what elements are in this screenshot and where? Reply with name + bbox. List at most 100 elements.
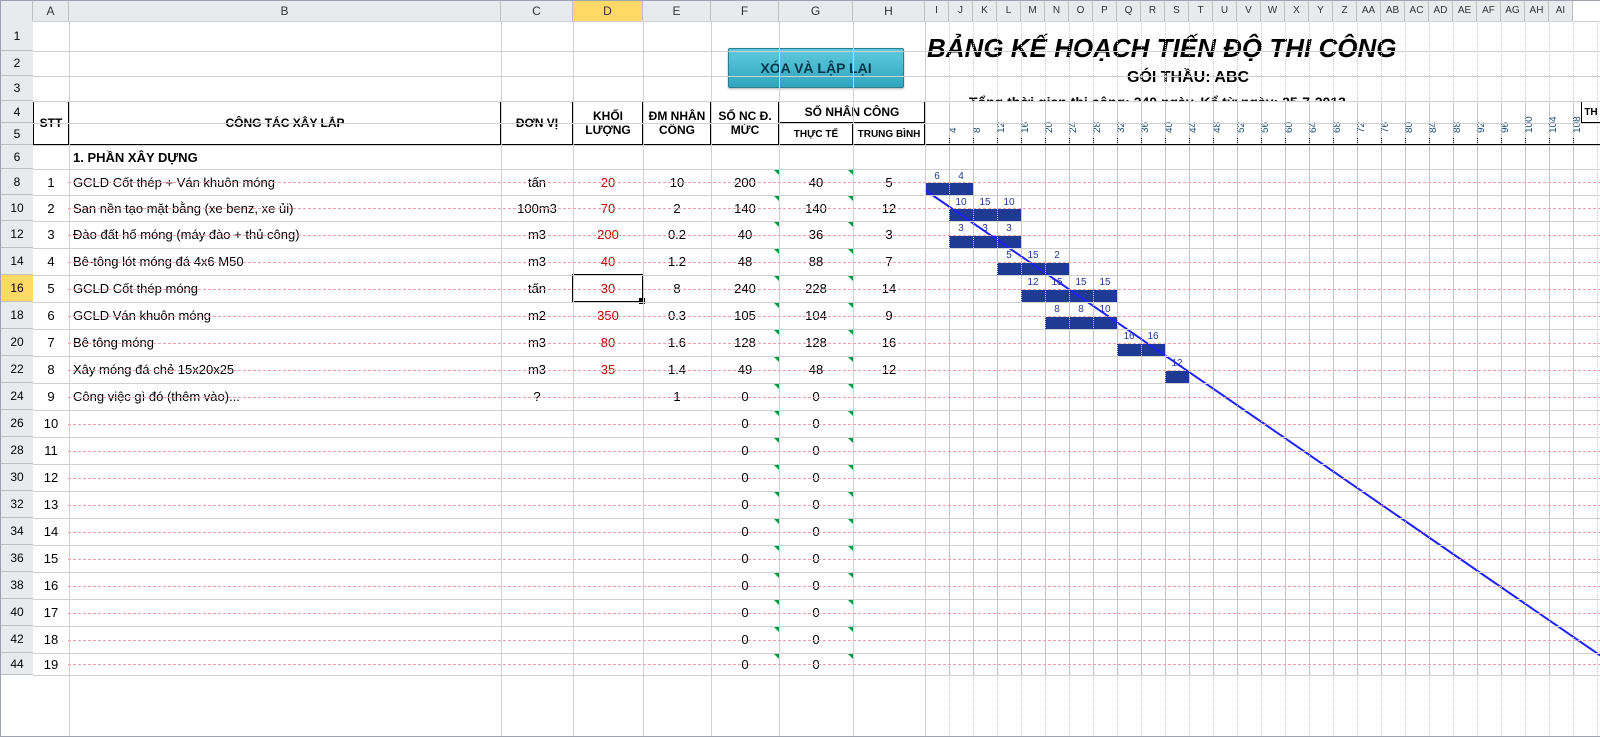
row-header-44[interactable]: 44 [1,653,33,675]
row-header-30[interactable]: 30 [1,464,33,491]
col-header-T[interactable]: T [1189,1,1213,21]
col-header-K[interactable]: K [973,1,997,21]
cell-r5-c0[interactable]: 5 [33,275,69,302]
row-header-22[interactable]: 22 [1,356,33,383]
row-header-1[interactable]: 1 [1,21,33,51]
col-header-Q[interactable]: Q [1117,1,1141,21]
col-header-AI[interactable]: AI [1549,1,1573,21]
gantt-label: 8 [1069,304,1093,315]
col-header-AH[interactable]: AH [1525,1,1549,21]
col-header-L[interactable]: L [997,1,1021,21]
header-so_nhan_cong: SỐ NHÂN CÔNG [779,101,925,123]
gantt-bar-row8 [1165,371,1189,383]
row-header-36[interactable]: 36 [1,545,33,572]
col-header-N[interactable]: N [1045,1,1069,21]
col-header-AE[interactable]: AE [1453,1,1477,21]
col-header-AB[interactable]: AB [1381,1,1405,21]
cell-r17-c0[interactable]: 17 [33,599,69,626]
col-header-Z[interactable]: Z [1333,1,1357,21]
col-header-B[interactable]: B [69,1,501,21]
spreadsheet-viewport: ABCDEFGHIJKLMNOPQRSTUVWXYZAAABACADAEAFAG… [0,0,1600,737]
col-header-J[interactable]: J [949,1,973,21]
gantt-label: 12 [1021,277,1045,288]
col-header-O[interactable]: O [1069,1,1093,21]
col-header-X[interactable]: X [1285,1,1309,21]
col-header-R[interactable]: R [1141,1,1165,21]
cell-r10-c0[interactable]: 10 [33,410,69,437]
row-header-32[interactable]: 32 [1,491,33,518]
cell-r7-c0[interactable]: 7 [33,329,69,356]
col-header-AF[interactable]: AF [1477,1,1501,21]
cell-r6-c0[interactable]: 6 [33,302,69,329]
gantt-label: 2 [1045,250,1069,261]
col-header-D[interactable]: D [573,1,643,21]
row-header-10[interactable]: 10 [1,195,33,221]
row-header-42[interactable]: 42 [1,626,33,653]
col-header-I[interactable]: I [925,1,949,21]
row-header-5[interactable]: 5 [1,123,33,145]
col-header-G[interactable]: G [779,1,853,21]
row-headers: 1234568101214161820222426283032343638404… [1,21,33,736]
col-header-M[interactable]: M [1021,1,1045,21]
gantt-label: 6 [925,171,949,182]
cell-r4-c0[interactable]: 4 [33,248,69,275]
reset-button[interactable]: XÓA VÀ LẬP LẠI [728,48,904,88]
row-header-26[interactable]: 26 [1,410,33,437]
cell-r11-c0[interactable]: 11 [33,437,69,464]
col-header-V[interactable]: V [1237,1,1261,21]
col-header-E[interactable]: E [643,1,711,21]
row-header-40[interactable]: 40 [1,599,33,626]
header-trung_binh: TRUNG BÌNH [853,123,925,145]
row-header-14[interactable]: 14 [1,248,33,275]
cell-r19-c0[interactable]: 19 [33,653,69,675]
col-header-AG[interactable]: AG [1501,1,1525,21]
row-header-16[interactable]: 16 [1,275,33,302]
cell-r13-c0[interactable]: 13 [33,491,69,518]
row-header-20[interactable]: 20 [1,329,33,356]
col-header-Y[interactable]: Y [1309,1,1333,21]
col-header-S[interactable]: S [1165,1,1189,21]
row-header-6[interactable]: 6 [1,145,33,169]
row-header-4[interactable]: 4 [1,101,33,123]
col-header-H[interactable]: H [853,1,925,21]
gantt-label: 4 [949,171,973,182]
cell-r15-c0[interactable]: 15 [33,545,69,572]
gantt-label: 8 [1045,304,1069,315]
cell-r3-c0[interactable]: 3 [33,221,69,248]
cell-r16-c0[interactable]: 16 [33,572,69,599]
row-header-28[interactable]: 28 [1,437,33,464]
col-header-U[interactable]: U [1213,1,1237,21]
col-header-C[interactable]: C [501,1,573,21]
col-header-AD[interactable]: AD [1429,1,1453,21]
row-header-18[interactable]: 18 [1,302,33,329]
row-header-8[interactable]: 8 [1,169,33,195]
col-header-W[interactable]: W [1261,1,1285,21]
gantt-label: 15 [1093,277,1117,288]
cell-r2-c0[interactable]: 2 [33,195,69,221]
cell-r14-c0[interactable]: 14 [33,518,69,545]
column-headers: ABCDEFGHIJKLMNOPQRSTUVWXYZAAABACADAEAFAG… [1,1,1600,22]
section-header: 1. PHẦN XÂY DỰNG [69,145,501,169]
col-header-AC[interactable]: AC [1405,1,1429,21]
col-header-AA[interactable]: AA [1357,1,1381,21]
cell-r18-c0[interactable]: 18 [33,626,69,653]
cell-r12-c0[interactable]: 12 [33,464,69,491]
row-header-38[interactable]: 38 [1,572,33,599]
col-header-F[interactable]: F [711,1,779,21]
cell-r8-c0[interactable]: 8 [33,356,69,383]
gantt-label: 10 [949,197,973,208]
row-header-12[interactable]: 12 [1,221,33,248]
cell-r9-c0[interactable]: 9 [33,383,69,410]
gantt-bar-row3 [949,236,1021,248]
sheet-canvas[interactable]: XÓA VÀ LẬP LẠI BẢNG KẾ HOẠCH TIẾN ĐỘ THI… [33,21,1600,736]
gantt-bar-row6 [1045,317,1117,329]
gantt-label: 15 [973,197,997,208]
row-header-34[interactable]: 34 [1,518,33,545]
row-header-3[interactable]: 3 [1,76,33,101]
col-header-A[interactable]: A [33,1,69,21]
col-header-P[interactable]: P [1093,1,1117,21]
cell-r1-c0[interactable]: 1 [33,169,69,195]
row-header-2[interactable]: 2 [1,51,33,76]
gantt-label: 3 [949,223,973,234]
row-header-24[interactable]: 24 [1,383,33,410]
